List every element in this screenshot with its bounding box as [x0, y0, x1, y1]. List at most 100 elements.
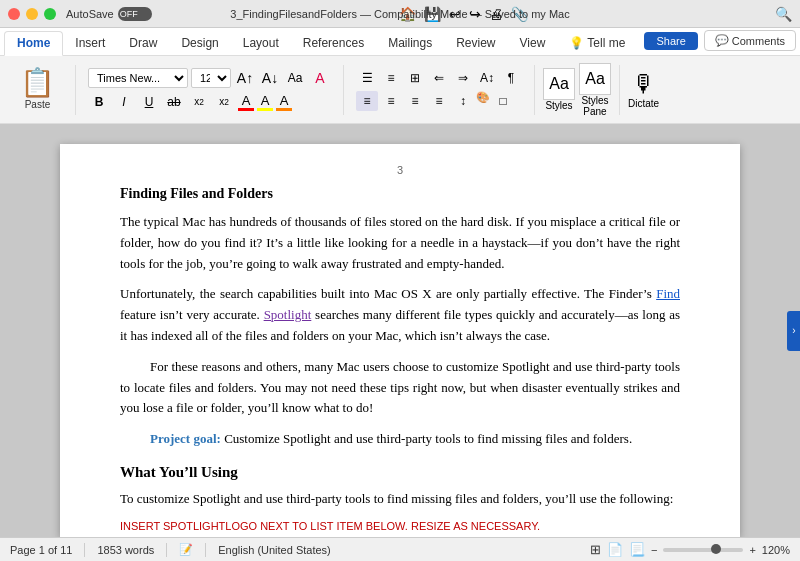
styles-pane-button[interactable]: Aa StylesPane	[579, 63, 611, 117]
document-page: 3 Finding Files and Folders The typical …	[60, 144, 740, 537]
paragraph-3: For these reasons and others, many Mac u…	[120, 357, 680, 419]
language-indicator: English (United States)	[218, 544, 331, 556]
strikethrough-button[interactable]: ab	[163, 92, 185, 112]
shading-button[interactable]: 🎨	[476, 91, 490, 111]
maximize-button[interactable]	[44, 8, 56, 20]
increase-indent-button[interactable]: ⇒	[452, 68, 474, 88]
decrease-font-button[interactable]: A↓	[259, 68, 281, 88]
zoom-slider[interactable]	[663, 548, 743, 552]
highlight-color-button[interactable]: A	[257, 93, 273, 111]
toolbar-divider-3	[534, 65, 535, 115]
search-icon[interactable]: 🔍	[775, 6, 792, 22]
find-link[interactable]: Find	[656, 286, 680, 301]
paste-button[interactable]: 📋 Paste	[12, 65, 63, 114]
tab-insert[interactable]: Insert	[63, 32, 117, 55]
toolbar: 📋 Paste Times New... 12 A↑ A↓ Aa A B I U	[0, 56, 800, 124]
spotlight-link[interactable]: Spotlight	[264, 307, 312, 322]
tab-references[interactable]: References	[291, 32, 376, 55]
font-color-indicator	[238, 108, 254, 111]
styles-pane-icon: Aa	[579, 63, 611, 95]
sidebar-toggle[interactable]: ›	[787, 311, 800, 351]
minimize-button[interactable]	[26, 8, 38, 20]
superscript-button[interactable]: x2	[213, 92, 235, 112]
text-effects-button[interactable]: A	[309, 68, 331, 88]
font-bottom-row: B I U ab x2 x2 A A A	[88, 92, 331, 112]
zoom-controls: ⊞ 📄 📃 − + 120%	[590, 542, 790, 557]
highlight-indicator	[257, 108, 273, 111]
autosave-area: AutoSave OFF	[66, 7, 152, 21]
ribbon-tabs: Home Insert Draw Design Layout Reference…	[0, 28, 800, 56]
font-size-select[interactable]: 12	[191, 68, 231, 88]
paragraph-section: ☰ ≡ ⊞ ⇐ ⇒ A↕ ¶ ≡ ≡ ≡ ≡ ↕ 🎨 □	[352, 68, 526, 111]
track-changes-icon: 📝	[179, 543, 193, 556]
tab-review[interactable]: Review	[444, 32, 507, 55]
styles-button[interactable]: Aa Styles	[543, 68, 575, 111]
tab-draw[interactable]: Draw	[117, 32, 169, 55]
sort-button[interactable]: A↕	[476, 68, 498, 88]
tab-design[interactable]: Design	[169, 32, 230, 55]
project-label: Project goal:	[150, 431, 221, 446]
show-formatting-button[interactable]: ¶	[500, 68, 522, 88]
font-controls: Times New... 12 A↑ A↓ Aa A B I U ab x2 x…	[88, 68, 331, 112]
close-button[interactable]	[8, 8, 20, 20]
word-count: 1853 words	[97, 544, 154, 556]
align-center-button[interactable]: ≡	[380, 91, 402, 111]
chapter-title: Finding Files and Folders	[120, 186, 680, 202]
font-top-row: Times New... 12 A↑ A↓ Aa A	[88, 68, 331, 88]
focus-icon: ⊞	[590, 542, 601, 557]
align-right-button[interactable]: ≡	[404, 91, 426, 111]
insert-note: Insert spotlightlogo next to list item b…	[120, 520, 680, 532]
toolbar-divider-1	[75, 65, 76, 115]
view-icon-1: 📄	[607, 542, 623, 557]
page-number: 3	[120, 164, 680, 176]
autosave-toggle[interactable]: OFF	[118, 7, 152, 21]
tab-mailings[interactable]: Mailings	[376, 32, 444, 55]
paragraph-4: To customize Spotlight and use third-par…	[120, 489, 680, 510]
status-divider-3	[205, 543, 206, 557]
numbered-list-button[interactable]: ≡	[380, 68, 402, 88]
border-button[interactable]: □	[492, 91, 514, 111]
text-shading-button[interactable]: A	[276, 93, 292, 111]
bullet-list-button[interactable]: ☰	[356, 68, 378, 88]
multilevel-list-button[interactable]: ⊞	[404, 68, 426, 88]
title-bar: AutoSave OFF 🏠 💾 ↩ ↪ 🖨 📎 3_FindingFilesa…	[0, 0, 800, 28]
font-family-select[interactable]: Times New...	[88, 68, 188, 88]
decrease-indent-button[interactable]: ⇐	[428, 68, 450, 88]
zoom-level: 120%	[762, 544, 790, 556]
line-spacing-button[interactable]: ↕	[452, 91, 474, 111]
paste-section: 📋 Paste	[8, 65, 67, 114]
status-bar: Page 1 of 11 1853 words 📝 English (Unite…	[0, 537, 800, 561]
bold-button[interactable]: B	[88, 92, 110, 112]
zoom-plus-button[interactable]: +	[749, 544, 755, 556]
font-section: Times New... 12 A↑ A↓ Aa A B I U ab x2 x…	[84, 68, 335, 112]
dictate-icon: 🎙	[632, 70, 656, 98]
autosave-off-label: OFF	[120, 9, 138, 19]
tab-tell-me[interactable]: 💡 Tell me	[557, 32, 637, 55]
dictate-section[interactable]: 🎙 Dictate	[628, 70, 659, 109]
subscript-button[interactable]: x2	[188, 92, 210, 112]
font-color-button[interactable]: A	[238, 93, 254, 111]
align-left-button[interactable]: ≡	[356, 91, 378, 111]
zoom-knob[interactable]	[711, 544, 721, 554]
italic-button[interactable]: I	[113, 92, 135, 112]
share-button[interactable]: Share	[644, 32, 697, 50]
styles-icon: Aa	[543, 68, 575, 100]
ribbon-right-actions: Share 💬 Comments	[644, 30, 796, 55]
align-justify-button[interactable]: ≡	[428, 91, 450, 111]
tab-view[interactable]: View	[508, 32, 558, 55]
comments-button[interactable]: 💬 Comments	[704, 30, 796, 51]
section-heading: What You’ll Using	[120, 464, 680, 481]
clear-format-button[interactable]: Aa	[284, 68, 306, 88]
shading-indicator	[276, 108, 292, 111]
tab-layout[interactable]: Layout	[231, 32, 291, 55]
zoom-minus-button[interactable]: −	[651, 544, 657, 556]
page-indicator: Page 1 of 11	[10, 544, 72, 556]
comment-icon: 💬	[715, 34, 729, 47]
styles-gallery: Aa Styles Aa StylesPane	[543, 63, 611, 117]
increase-font-button[interactable]: A↑	[234, 68, 256, 88]
tab-home[interactable]: Home	[4, 31, 63, 56]
toolbar-divider-4	[619, 65, 620, 115]
underline-button[interactable]: U	[138, 92, 160, 112]
status-divider-2	[166, 543, 167, 557]
paragraph-2: Unfortunately, the search capabilities b…	[120, 284, 680, 346]
